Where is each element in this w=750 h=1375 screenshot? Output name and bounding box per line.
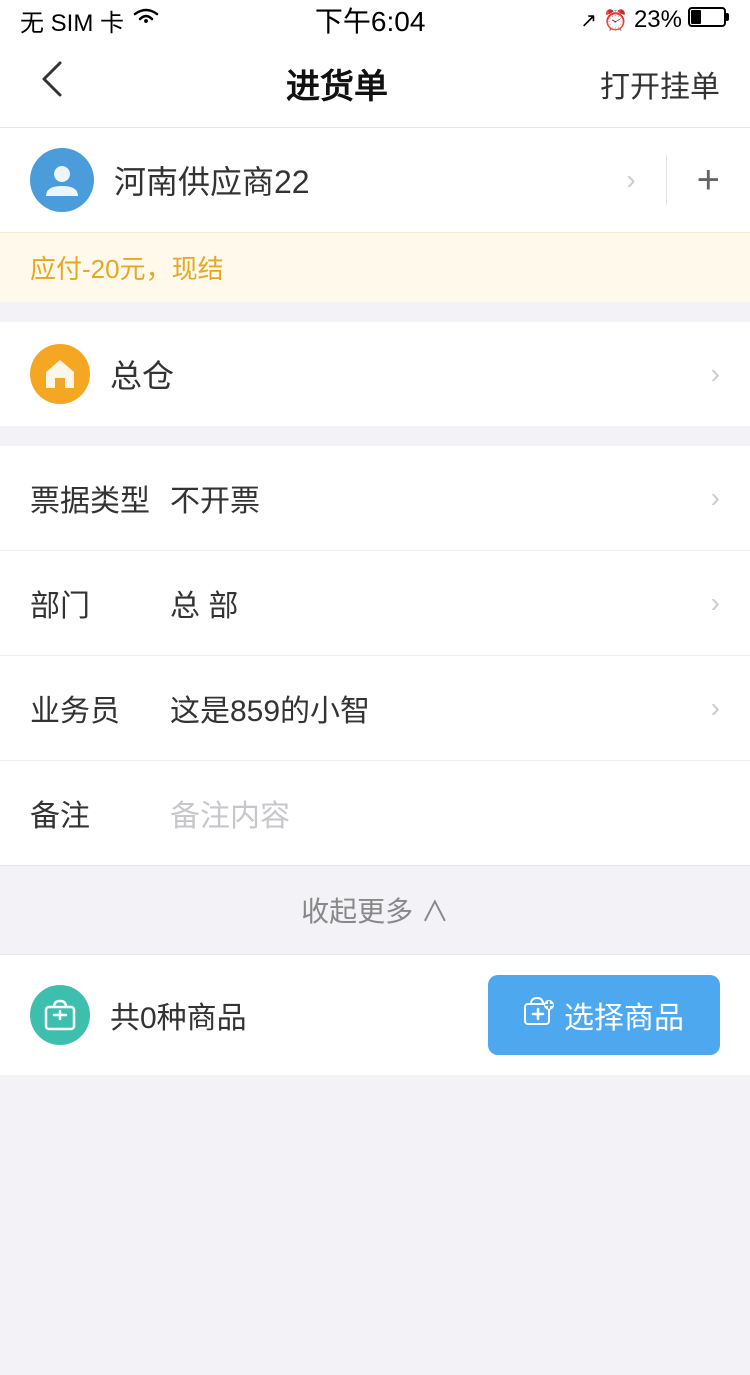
product-count-text: 共0种商品 xyxy=(110,993,488,1037)
warehouse-name: 总仓 xyxy=(110,351,711,397)
remark-input[interactable]: 备注内容 xyxy=(170,791,720,835)
supplier-chevron-icon: › xyxy=(626,164,635,196)
supplier-name: 河南供应商22 xyxy=(114,157,626,203)
department-value: 总 部 xyxy=(170,581,711,625)
salesperson-label: 业务员 xyxy=(30,686,170,730)
supplier-notice: 应付-20元，现结 xyxy=(0,232,750,302)
warehouse-row[interactable]: 总仓 › xyxy=(0,322,750,426)
remark-row[interactable]: 备注 备注内容 xyxy=(0,761,750,865)
add-supplier-button[interactable]: + xyxy=(697,158,720,203)
status-right: ↗ ⏰ 23% xyxy=(580,6,730,35)
invoice-type-value: 不开票 xyxy=(170,476,711,520)
supplier-row[interactable]: 河南供应商22 › + xyxy=(0,128,750,232)
alarm-icon: ⏰ xyxy=(603,8,628,33)
nav-bar: 进货单 打开挂单 xyxy=(0,40,750,128)
department-chevron-icon: › xyxy=(711,587,720,619)
salesperson-value: 这是859的小智 xyxy=(170,686,711,730)
collapse-label: 收起更多 ∧ xyxy=(301,896,449,927)
salesperson-row[interactable]: 业务员 这是859的小智 › xyxy=(0,656,750,761)
bottom-bar: 共0种商品 选择商品 xyxy=(0,954,750,1075)
select-product-button[interactable]: 选择商品 xyxy=(488,975,720,1055)
wifi-icon xyxy=(132,6,160,34)
salesperson-chevron-icon: › xyxy=(711,692,720,724)
warehouse-chevron-icon: › xyxy=(711,358,720,390)
battery-label: 23% xyxy=(634,6,682,34)
status-left: 无 SIM 卡 xyxy=(20,3,160,38)
content-area: 河南供应商22 › + 应付-20元，现结 总仓 › 票据类型 不开票 › xyxy=(0,128,750,1375)
product-count-icon xyxy=(30,985,90,1045)
department-row[interactable]: 部门 总 部 › xyxy=(0,551,750,656)
gray-area xyxy=(0,1075,750,1375)
back-button[interactable] xyxy=(30,49,74,118)
battery-icon xyxy=(688,6,730,35)
supplier-section: 河南供应商22 › + 应付-20元，现结 xyxy=(0,128,750,302)
invoice-type-label: 票据类型 xyxy=(30,476,170,520)
supplier-divider xyxy=(666,155,667,205)
page-title: 进货单 xyxy=(286,59,388,108)
invoice-type-row[interactable]: 票据类型 不开票 › xyxy=(0,446,750,551)
department-label: 部门 xyxy=(30,581,170,625)
status-bar: 无 SIM 卡 下午6:04 ↗ ⏰ 23% xyxy=(0,0,750,40)
open-pending-button[interactable]: 打开挂单 xyxy=(600,62,720,106)
select-product-icon xyxy=(524,997,554,1033)
status-time: 下午6:04 xyxy=(315,0,426,40)
collapse-row[interactable]: 收起更多 ∧ xyxy=(0,865,750,954)
warehouse-icon xyxy=(30,344,90,404)
supplier-avatar xyxy=(30,148,94,212)
carrier-label: 无 SIM 卡 xyxy=(20,3,124,38)
form-section: 票据类型 不开票 › 部门 总 部 › 业务员 这是859的小智 › 备注 备注… xyxy=(0,446,750,865)
location-icon: ↗ xyxy=(580,8,597,33)
invoice-type-chevron-icon: › xyxy=(711,482,720,514)
select-product-label: 选择商品 xyxy=(564,993,684,1037)
remark-label: 备注 xyxy=(30,791,170,835)
